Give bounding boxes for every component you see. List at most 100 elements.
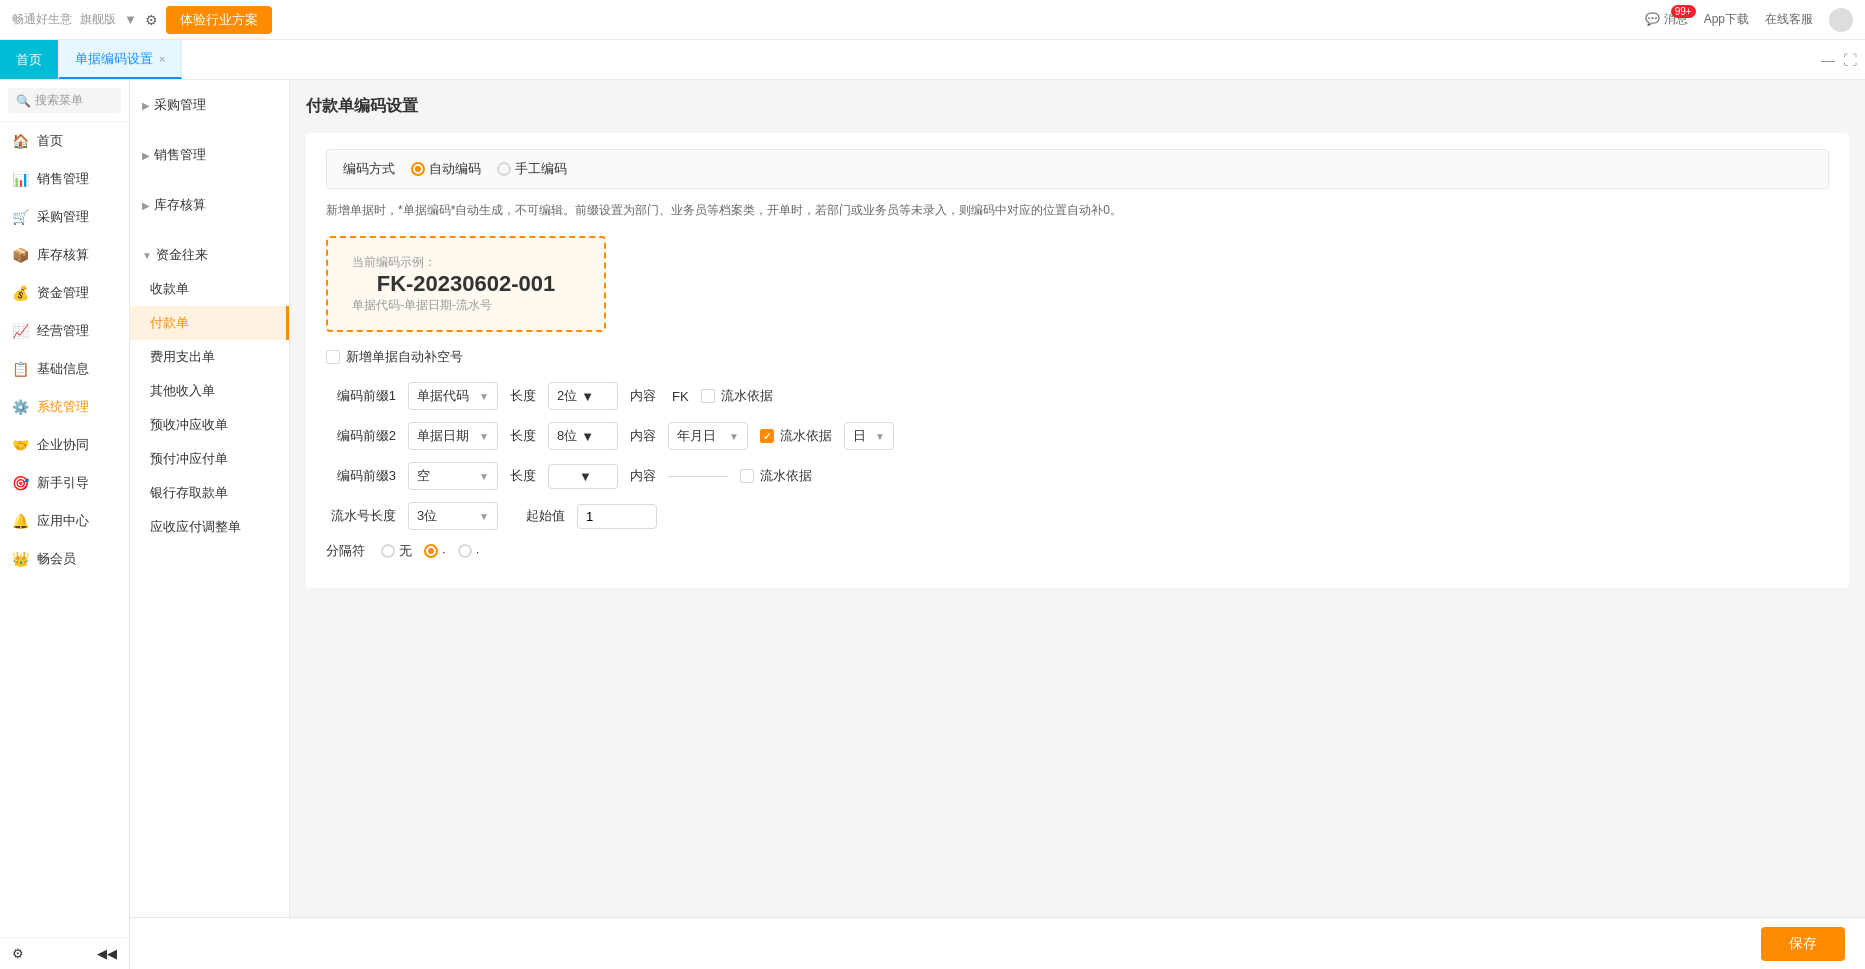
tab-document-code[interactable]: 单据编码设置 × (59, 40, 182, 79)
prefix2-length-value: 8位 (557, 427, 577, 445)
prefix2-length-label: 长度 (510, 427, 536, 445)
sep-dot2-circle (458, 544, 472, 558)
prefix1-select[interactable]: 单据代码 ▼ (408, 382, 498, 410)
stream2-unit-select[interactable]: 日 ▼ (844, 422, 894, 450)
operations-icon: 📈 (12, 323, 29, 339)
start-value-label: 起始值 (526, 507, 565, 525)
prefix3-length-select[interactable]: ▼ (548, 464, 618, 489)
page-title: 付款单编码设置 (306, 96, 1849, 117)
finance-icon: 💰 (12, 285, 29, 301)
prefix2-value: 单据日期 (417, 427, 469, 445)
close-tab-icon[interactable]: × (159, 53, 165, 65)
radio-manual[interactable]: 手工编码 (497, 160, 567, 178)
sidebar-label-home: 首页 (37, 132, 63, 150)
message-icon[interactable]: 💬 消息 99+ (1645, 11, 1687, 28)
sep-dot[interactable]: · (424, 544, 446, 559)
group-inventory: ▶ 库存核算 (130, 180, 289, 230)
payment-label: 付款单 (150, 315, 189, 330)
sidebar-item-home[interactable]: 🏠 首页 (0, 122, 129, 160)
sidebar-item-enterprise[interactable]: 🤝 企业协同 (0, 426, 129, 464)
settings-card: 编码方式 自动编码 手工编码 新增单据时，*单据编码*自动生成，不可编辑。前缀设… (306, 133, 1849, 588)
gear-icon[interactable]: ⚙ (145, 12, 158, 28)
save-button[interactable]: 保存 (1761, 927, 1845, 961)
sidebar2-item-prepay-offset[interactable]: 预收冲应收单 (130, 408, 289, 442)
member-icon: 👑 (12, 551, 29, 567)
experience-btn[interactable]: 体验行业方案 (166, 6, 272, 34)
prefix3-content-value (668, 476, 728, 477)
prefix3-select[interactable]: 空 ▼ (408, 462, 498, 490)
separator-label: 分隔符 (326, 542, 365, 560)
sidebar-item-finance[interactable]: 💰 资金管理 (0, 274, 129, 312)
collapse-icon[interactable]: ◀◀ (97, 946, 117, 961)
sidebar-label-system: 系统管理 (37, 398, 89, 416)
window-controls: — ⛶ (1813, 52, 1865, 68)
prefix2-label: 编码前缀2 (326, 427, 396, 445)
prefix1-arrow: ▼ (479, 391, 489, 402)
receipt-label: 收款单 (150, 281, 189, 296)
sidebar2-item-bank[interactable]: 银行存取款单 (130, 476, 289, 510)
sidebar-item-guide[interactable]: 🎯 新手引导 (0, 464, 129, 502)
auto-fill-checkbox[interactable] (326, 350, 340, 364)
prefix3-value: 空 (417, 467, 430, 485)
sidebar-item-system[interactable]: ⚙️ 系统管理 (0, 388, 129, 426)
apps-icon: 🔔 (12, 513, 29, 529)
prefix2-length-select[interactable]: 8位 ▼ (548, 422, 618, 450)
other-income-label: 其他收入单 (150, 383, 215, 398)
avatar[interactable] (1829, 8, 1853, 32)
sidebar-item-basic-info[interactable]: 📋 基础信息 (0, 350, 129, 388)
inventory-icon: 📦 (12, 247, 29, 263)
stream2-label: 流水依据 (780, 427, 832, 445)
separator-options: 无 · · (381, 542, 479, 560)
sidebar-label-apps: 应用中心 (37, 512, 89, 530)
app-download[interactable]: App下载 (1704, 11, 1749, 28)
sidebar2-item-expense[interactable]: 费用支出单 (130, 340, 289, 374)
tab-home[interactable]: 首页 (0, 40, 59, 79)
group-title-inventory[interactable]: ▶ 库存核算 (130, 188, 289, 222)
search-icon: 🔍 (16, 94, 31, 108)
sidebar-bottom: ⚙ ◀◀ (0, 937, 129, 969)
online-service[interactable]: 在线客服 (1765, 11, 1813, 28)
stream1-checkbox[interactable] (701, 389, 715, 403)
encode-method-row: 编码方式 自动编码 手工编码 (326, 149, 1829, 189)
sidebar2-item-advance-offset[interactable]: 预付冲应付单 (130, 442, 289, 476)
stream3-checkbox[interactable] (740, 469, 754, 483)
radio-auto[interactable]: 自动编码 (411, 160, 481, 178)
sidebar2-item-receipt[interactable]: 收款单 (130, 272, 289, 306)
sidebar-item-purchase[interactable]: 🛒 采购管理 (0, 198, 129, 236)
group-title-sales[interactable]: ▶ 销售管理 (130, 138, 289, 172)
prefix1-value: 单据代码 (417, 387, 469, 405)
stream2-checkbox[interactable]: ✓ (760, 429, 774, 443)
prefix1-label: 编码前缀1 (326, 387, 396, 405)
sidebar-item-operations[interactable]: 📈 经营管理 (0, 312, 129, 350)
sep-dot2[interactable]: · (458, 544, 480, 559)
sidebar2-item-other-income[interactable]: 其他收入单 (130, 374, 289, 408)
group-title-fund[interactable]: ▼ 资金往来 (130, 238, 289, 272)
sidebar-item-sales[interactable]: 📊 销售管理 (0, 160, 129, 198)
layout: 🔍 搜索菜单 🏠 首页 📊 销售管理 🛒 采购管理 📦 库存核算 💰 资金管理 … (0, 80, 1865, 969)
sidebar-search[interactable]: 🔍 搜索菜单 (0, 80, 129, 122)
sidebar-label-sales: 销售管理 (37, 170, 89, 188)
prefix2-content-select[interactable]: 年月日 ▼ (668, 422, 748, 450)
sep-dot2-label: · (476, 544, 480, 559)
sidebar-item-apps[interactable]: 🔔 应用中心 (0, 502, 129, 540)
prefix2-content-label: 内容 (630, 427, 656, 445)
start-value-input[interactable] (577, 504, 657, 529)
group-title-purchase[interactable]: ▶ 采购管理 (130, 88, 289, 122)
maximize-icon[interactable]: ⛶ (1843, 52, 1857, 68)
auto-encode-label: 自动编码 (429, 160, 481, 178)
sidebar2-item-adjustment[interactable]: 应收应付调整单 (130, 510, 289, 544)
sidebar-item-inventory[interactable]: 📦 库存核算 (0, 236, 129, 274)
sidebar-item-member[interactable]: 👑 畅会员 (0, 540, 129, 578)
search-input-wrap[interactable]: 🔍 搜索菜单 (8, 88, 121, 113)
minimize-icon[interactable]: — (1821, 52, 1835, 68)
prefix2-select[interactable]: 单据日期 ▼ (408, 422, 498, 450)
prefix1-length-arrow: ▼ (581, 389, 594, 404)
settings-bottom-icon[interactable]: ⚙ (12, 946, 24, 961)
prefix2-arrow: ▼ (479, 431, 489, 442)
sep-none[interactable]: 无 (381, 542, 412, 560)
sidebar2-item-payment[interactable]: 付款单 (130, 306, 289, 340)
nav-arrow[interactable]: ▼ (124, 12, 137, 27)
prefix1-length-select[interactable]: 2位 ▼ (548, 382, 618, 410)
serial-length-arrow: ▼ (479, 511, 489, 522)
serial-length-select[interactable]: 3位 ▼ (408, 502, 498, 530)
